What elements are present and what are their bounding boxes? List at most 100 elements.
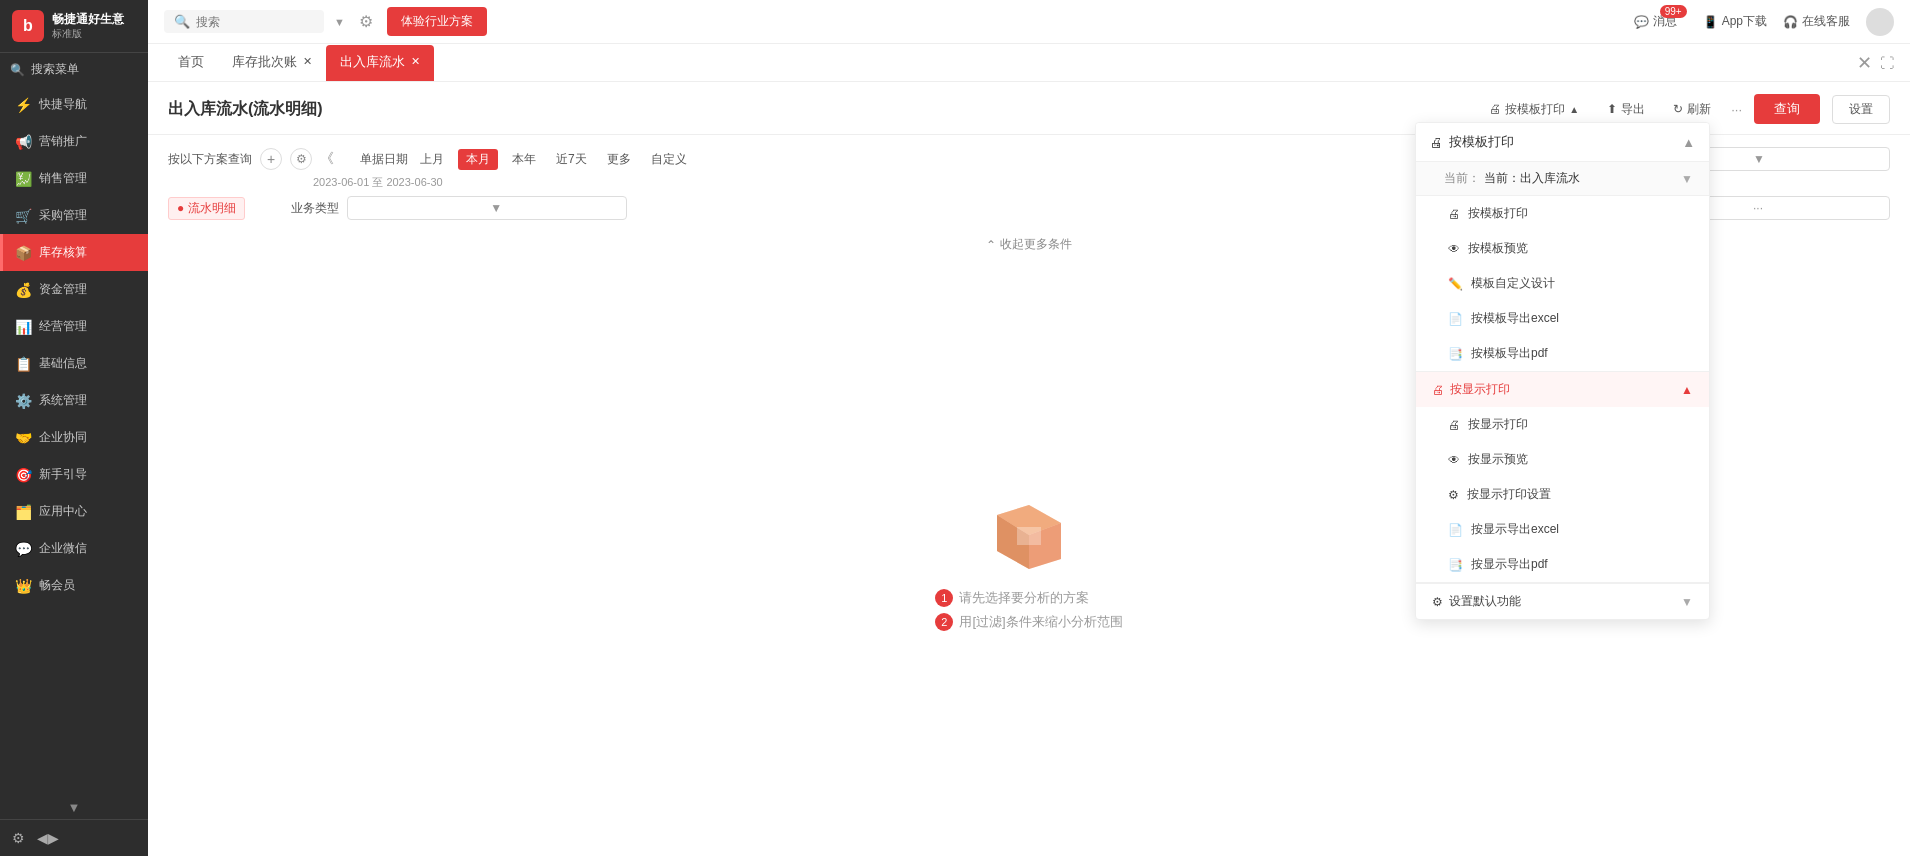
topbar: 🔍 ▼ ⚙ 体验行业方案 💬 消息 99+ 📱 App下载 🎧 在线客服 <box>148 0 1910 44</box>
topbar-gear-icon[interactable]: ⚙ <box>355 8 377 35</box>
display-settings-btn[interactable]: ⚙ 按显示打印设置 <box>1416 477 1709 512</box>
print-template-btn[interactable]: 🖨 按模板打印 ▲ <box>1481 97 1587 122</box>
filter-section-label: 按以下方案查询 <box>168 151 252 168</box>
warehouse-more-btn[interactable]: ··· <box>1753 201 1879 215</box>
sales-icon: 💹 <box>15 171 31 187</box>
display-section-header[interactable]: 🖨 按显示打印 ▲ <box>1416 372 1709 407</box>
print-dropdown-panel: 🖨 按模板打印 ▲ 当前： 当前：出入库流水 ▼ 🖨 按模板打印 👁 按模板预览 <box>1415 122 1710 620</box>
sidebar-item-finance[interactable]: 💰 资金管理 <box>0 271 148 308</box>
sidebar-items: ⚡ 快捷导航 📢 营销推广 💹 销售管理 🛒 采购管理 📦 库存核算 💰 资金管… <box>0 86 148 796</box>
sidebar-item-inventory[interactable]: 📦 库存核算 <box>0 234 148 271</box>
dropdown-collapse-arrow[interactable]: ▲ <box>1682 135 1695 150</box>
date-btn-this-month[interactable]: 本月 <box>458 149 498 170</box>
display-preview-btn[interactable]: 👁 按显示预览 <box>1416 442 1709 477</box>
business-type-arrow: ▼ <box>490 201 616 215</box>
quick-nav-icon: ⚡ <box>15 97 31 113</box>
export-btn[interactable]: ⬆ 导出 <box>1599 97 1653 122</box>
date-btn-7days[interactable]: 近7天 <box>550 149 593 170</box>
system-icon: ⚙️ <box>15 393 31 409</box>
date-range-display: 2023-06-01 至 2023-06-30 <box>313 175 443 190</box>
template-export-pdf-btn[interactable]: 📑 按模板导出pdf <box>1416 336 1709 371</box>
topbar-dropdown-arrow[interactable]: ▼ <box>334 16 345 28</box>
sidebar-search[interactable]: 🔍 搜索菜单 <box>0 53 148 86</box>
panel-expand-btn[interactable]: ⛶ <box>1880 55 1894 71</box>
topbar-search-input[interactable] <box>196 15 314 29</box>
footer-arrow[interactable]: ▼ <box>1681 595 1693 609</box>
guide-icon: 🎯 <box>15 467 31 483</box>
sidebar-item-marketing[interactable]: 📢 营销推广 <box>0 123 148 160</box>
display-print-header-icon: 🖨 <box>1432 383 1444 397</box>
template-excel-icon: 📄 <box>1448 312 1463 326</box>
date-btn-this-year[interactable]: 本年 <box>506 149 542 170</box>
tag-filter-btn[interactable]: ⚙ <box>290 148 312 170</box>
dropdown-header-label: 按模板打印 <box>1449 133 1514 151</box>
refresh-btn[interactable]: ↻ 刷新 <box>1665 97 1719 122</box>
message-btn[interactable]: 💬 消息 99+ <box>1634 13 1677 30</box>
dropdown-footer[interactable]: ⚙ 设置默认功能 ▼ <box>1416 583 1709 619</box>
sidebar-item-system[interactable]: ⚙️ 系统管理 <box>0 382 148 419</box>
content-area: 出入库流水(流水明细) 🖨 按模板打印 ▲ ⬆ 导出 ↻ 刷新 ··· 查询 设… <box>148 82 1910 856</box>
collapse-filter-btn[interactable]: 《 <box>320 150 334 168</box>
topbar-search-box[interactable]: 🔍 <box>164 10 324 33</box>
display-export-pdf-btn[interactable]: 📑 按显示导出pdf <box>1416 547 1709 582</box>
headset-icon: 🎧 <box>1783 15 1798 29</box>
print-dropdown-arrow[interactable]: ▲ <box>1569 104 1579 115</box>
sidebar-item-basic[interactable]: 📋 基础信息 <box>0 345 148 382</box>
toggle-sidebar-btn[interactable]: ◀▶ <box>37 830 59 846</box>
cooperation-icon: 🤝 <box>15 430 31 446</box>
current-arrow[interactable]: ▼ <box>1681 172 1693 186</box>
dropdown-header: 🖨 按模板打印 ▲ <box>1416 123 1709 162</box>
app-name: 畅捷通好生意 <box>52 12 124 28</box>
user-avatar[interactable] <box>1866 8 1894 36</box>
sidebar-item-operation[interactable]: 📊 经营管理 <box>0 308 148 345</box>
sidebar-item-purchase[interactable]: 🛒 采购管理 <box>0 197 148 234</box>
display-export-excel-btn[interactable]: 📄 按显示导出excel <box>1416 512 1709 547</box>
print-header-icon: 🖨 <box>1430 135 1443 150</box>
sidebar-item-member[interactable]: 👑 畅会员 <box>0 567 148 604</box>
query-btn[interactable]: 查询 <box>1754 94 1820 124</box>
tabs-bar: 首页 库存批次账 ✕ 出入库流水 ✕ ✕ ⛶ <box>148 44 1910 82</box>
template-print-btn[interactable]: 🖨 按模板打印 <box>1416 196 1709 231</box>
date-btn-last-month[interactable]: 上月 <box>414 149 450 170</box>
template-preview-icon: 👁 <box>1448 242 1460 256</box>
template-custom-icon: ✏️ <box>1448 277 1463 291</box>
template-preview-btn[interactable]: 👁 按模板预览 <box>1416 231 1709 266</box>
template-custom-btn[interactable]: ✏️ 模板自定义设计 <box>1416 266 1709 301</box>
app-download-btn[interactable]: 📱 App下载 <box>1703 13 1767 30</box>
settings-footer-btn[interactable]: ⚙ <box>12 830 25 846</box>
sidebar-scroll-down[interactable]: ▼ <box>0 796 148 819</box>
date-btn-more[interactable]: 更多 <box>601 149 637 170</box>
svg-marker-4 <box>1017 527 1041 545</box>
add-filter-btn[interactable]: + <box>260 148 282 170</box>
sidebar-item-guide[interactable]: 🎯 新手引导 <box>0 456 148 493</box>
sidebar-item-quick-nav[interactable]: ⚡ 快捷导航 <box>0 86 148 123</box>
condition-icon: ● <box>177 201 184 215</box>
industry-btn[interactable]: 体验行业方案 <box>387 7 487 36</box>
sidebar-footer: ⚙ ◀▶ <box>0 819 148 856</box>
panel-close-btn[interactable]: ✕ <box>1857 52 1872 74</box>
sidebar-item-sales[interactable]: 💹 销售管理 <box>0 160 148 197</box>
display-print-btn[interactable]: 🖨 按显示打印 <box>1416 407 1709 442</box>
business-type-select[interactable]: ▼ <box>347 196 627 220</box>
tab-flow[interactable]: 出入库流水 ✕ <box>326 45 434 81</box>
more-actions-btn[interactable]: ··· <box>1731 102 1742 117</box>
message-badge: 99+ <box>1660 5 1687 18</box>
template-export-excel-btn[interactable]: 📄 按模板导出excel <box>1416 301 1709 336</box>
online-service-btn[interactable]: 🎧 在线客服 <box>1783 13 1850 30</box>
business-type-label: 业务类型 <box>291 200 339 217</box>
tab-batch-account[interactable]: 库存批次账 ✕ <box>218 45 326 81</box>
tab-batch-account-close[interactable]: ✕ <box>303 55 312 68</box>
sidebar-item-app-center[interactable]: 🗂️ 应用中心 <box>0 493 148 530</box>
sidebar-item-wechat[interactable]: 💬 企业微信 <box>0 530 148 567</box>
sidebar-item-cooperation[interactable]: 🤝 企业协同 <box>0 419 148 456</box>
tab-home[interactable]: 首页 <box>164 45 218 81</box>
tab-flow-close[interactable]: ✕ <box>411 55 420 68</box>
app-logo-icon: b <box>12 10 44 42</box>
date-filter-buttons: 上月 本月 本年 近7天 更多 自定义 <box>414 149 693 170</box>
settings-btn[interactable]: 设置 <box>1832 95 1890 124</box>
message-icon: 💬 <box>1634 15 1649 29</box>
sidebar: b 畅捷通好生意 标准版 🔍 搜索菜单 ⚡ 快捷导航 📢 营销推广 💹 销售管理… <box>0 0 148 856</box>
display-header-arrow[interactable]: ▲ <box>1681 383 1693 397</box>
date-btn-custom[interactable]: 自定义 <box>645 149 693 170</box>
refresh-icon: ↻ <box>1673 102 1683 116</box>
